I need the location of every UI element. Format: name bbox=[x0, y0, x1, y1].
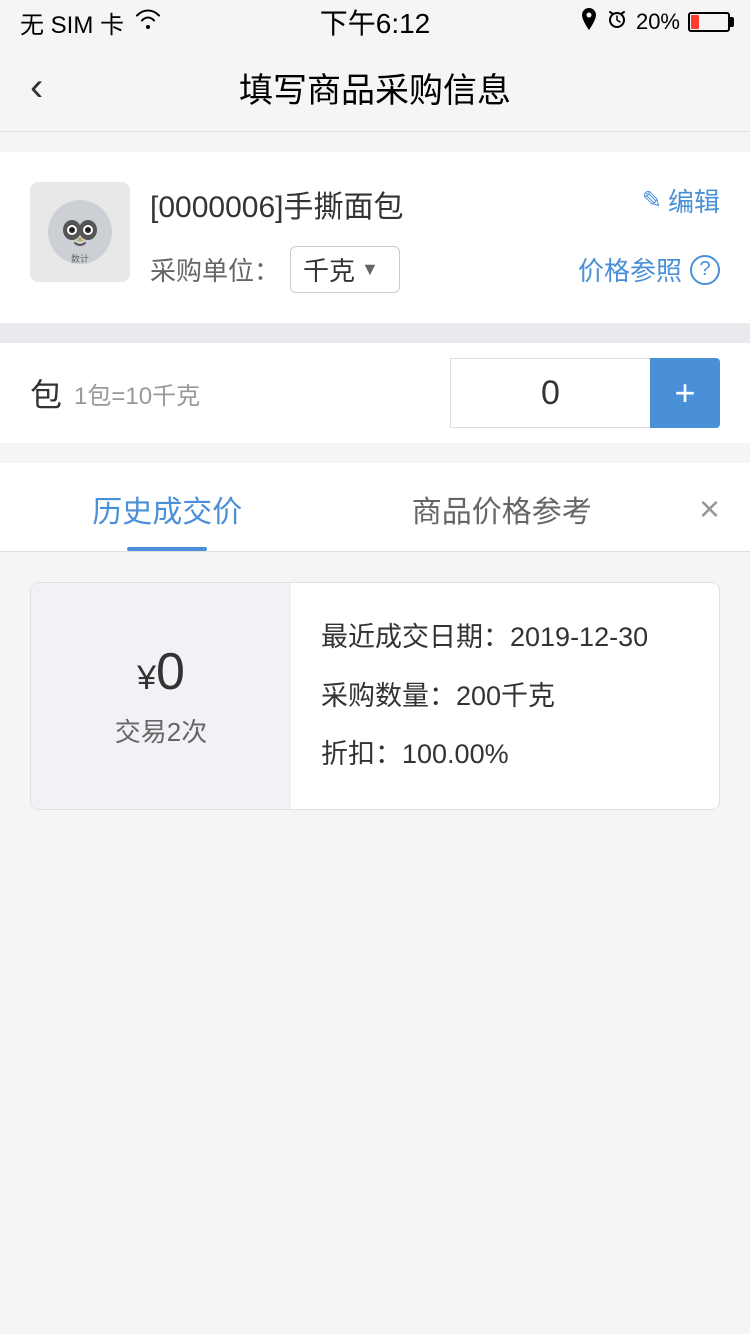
content-area: ¥0 交易2次 最近成交日期：2019-12-30 采购数量：200千克 折扣：… bbox=[0, 552, 750, 1152]
qty-value: 200千克 bbox=[456, 681, 555, 711]
back-button[interactable]: ‹ bbox=[30, 65, 63, 110]
product-title-row: [0000006]手撕面包 ✎ 编辑 bbox=[150, 182, 720, 226]
history-price-value: ¥0 bbox=[137, 642, 185, 702]
edit-label: 编辑 bbox=[668, 182, 720, 219]
product-id: [0000006] bbox=[150, 191, 283, 224]
carrier-text: 无 SIM 卡 bbox=[20, 5, 124, 40]
product-image: 数计 bbox=[30, 182, 130, 282]
location-icon bbox=[580, 8, 598, 36]
quantity-unit-main: 包 bbox=[30, 370, 62, 416]
history-details-panel: 最近成交日期：2019-12-30 采购数量：200千克 折扣：100.00% bbox=[291, 583, 719, 809]
history-card: ¥0 交易2次 最近成交日期：2019-12-30 采购数量：200千克 折扣：… bbox=[30, 582, 720, 810]
tab-product-price-ref[interactable]: 商品价格参考 bbox=[334, 463, 668, 551]
quantity-label-box: 包 1包=10千克 bbox=[30, 370, 200, 416]
trade-count: 交易2次 bbox=[115, 712, 207, 749]
quantity-row: 包 1包=10千克 + bbox=[0, 343, 750, 443]
product-info: [0000006]手撕面包 ✎ 编辑 采购单位： 千克 ▼ 价格参照 ? bbox=[150, 182, 720, 293]
discount-label: 折扣： bbox=[321, 739, 402, 769]
currency-symbol: ¥ bbox=[137, 659, 156, 697]
quantity-plus-button[interactable]: + bbox=[650, 358, 720, 428]
page-title: 填写商品采购信息 bbox=[239, 63, 511, 112]
status-right: 20% bbox=[580, 8, 730, 36]
section-divider bbox=[0, 323, 750, 343]
battery-fill bbox=[691, 15, 699, 29]
unit-label: 采购单位： 千克 ▼ bbox=[150, 246, 400, 293]
product-display-name: 手撕面包 bbox=[283, 191, 403, 224]
status-time: 下午6:12 bbox=[320, 2, 431, 42]
price-reference-button[interactable]: 价格参照 ? bbox=[578, 251, 720, 288]
unit-value: 千克 bbox=[303, 251, 355, 288]
unit-label-text: 采购单位： bbox=[150, 251, 280, 288]
edit-button[interactable]: ✎ 编辑 bbox=[642, 182, 720, 219]
status-left: 无 SIM 卡 bbox=[20, 5, 162, 40]
dropdown-arrow-icon: ▼ bbox=[361, 259, 379, 280]
tab-active-indicator bbox=[127, 547, 207, 551]
discount-value: 100.00% bbox=[402, 739, 509, 769]
battery-icon bbox=[688, 12, 730, 32]
product-card: 数计 [0000006]手撕面包 ✎ 编辑 采购单位： 千克 ▼ 价格参照 ? bbox=[0, 152, 750, 323]
history-price-panel: ¥0 交易2次 bbox=[31, 583, 291, 809]
battery-percent: 20% bbox=[636, 9, 680, 35]
status-bar: 无 SIM 卡 下午6:12 20% bbox=[0, 0, 750, 44]
tab-history-price[interactable]: 历史成交价 bbox=[0, 463, 334, 551]
qty-label: 采购数量： bbox=[321, 681, 456, 711]
product-logo: 数计 bbox=[45, 197, 115, 267]
quantity-unit-sub: 1包=10千克 bbox=[74, 376, 200, 411]
wifi-icon bbox=[134, 8, 162, 37]
discount-row: 折扣：100.00% bbox=[321, 734, 689, 775]
tab-history-label: 历史成交价 bbox=[92, 496, 242, 529]
price-ref-label: 价格参照 bbox=[578, 251, 682, 288]
price-number: 0 bbox=[156, 643, 185, 701]
last-date-row: 最近成交日期：2019-12-30 bbox=[321, 617, 689, 658]
tab-price-ref-label: 商品价格参考 bbox=[412, 496, 592, 529]
product-unit-row: 采购单位： 千克 ▼ 价格参照 ? bbox=[150, 246, 720, 293]
quantity-row-detail: 采购数量：200千克 bbox=[321, 676, 689, 717]
tab-close-button[interactable]: × bbox=[669, 464, 750, 550]
edit-icon: ✎ bbox=[642, 186, 662, 215]
unit-select[interactable]: 千克 ▼ bbox=[290, 246, 400, 293]
quantity-input[interactable] bbox=[450, 358, 650, 428]
product-name: [0000006]手撕面包 bbox=[150, 182, 403, 226]
nav-bar: ‹ 填写商品采购信息 bbox=[0, 44, 750, 132]
svg-text:数计: 数计 bbox=[71, 253, 89, 264]
last-date-label: 最近成交日期： bbox=[321, 622, 510, 652]
tabs-bar: 历史成交价 商品价格参考 × bbox=[0, 463, 750, 552]
alarm-icon bbox=[606, 8, 628, 36]
quantity-controls: + bbox=[450, 358, 720, 428]
help-icon: ? bbox=[690, 255, 720, 285]
last-date-value: 2019-12-30 bbox=[510, 622, 648, 652]
